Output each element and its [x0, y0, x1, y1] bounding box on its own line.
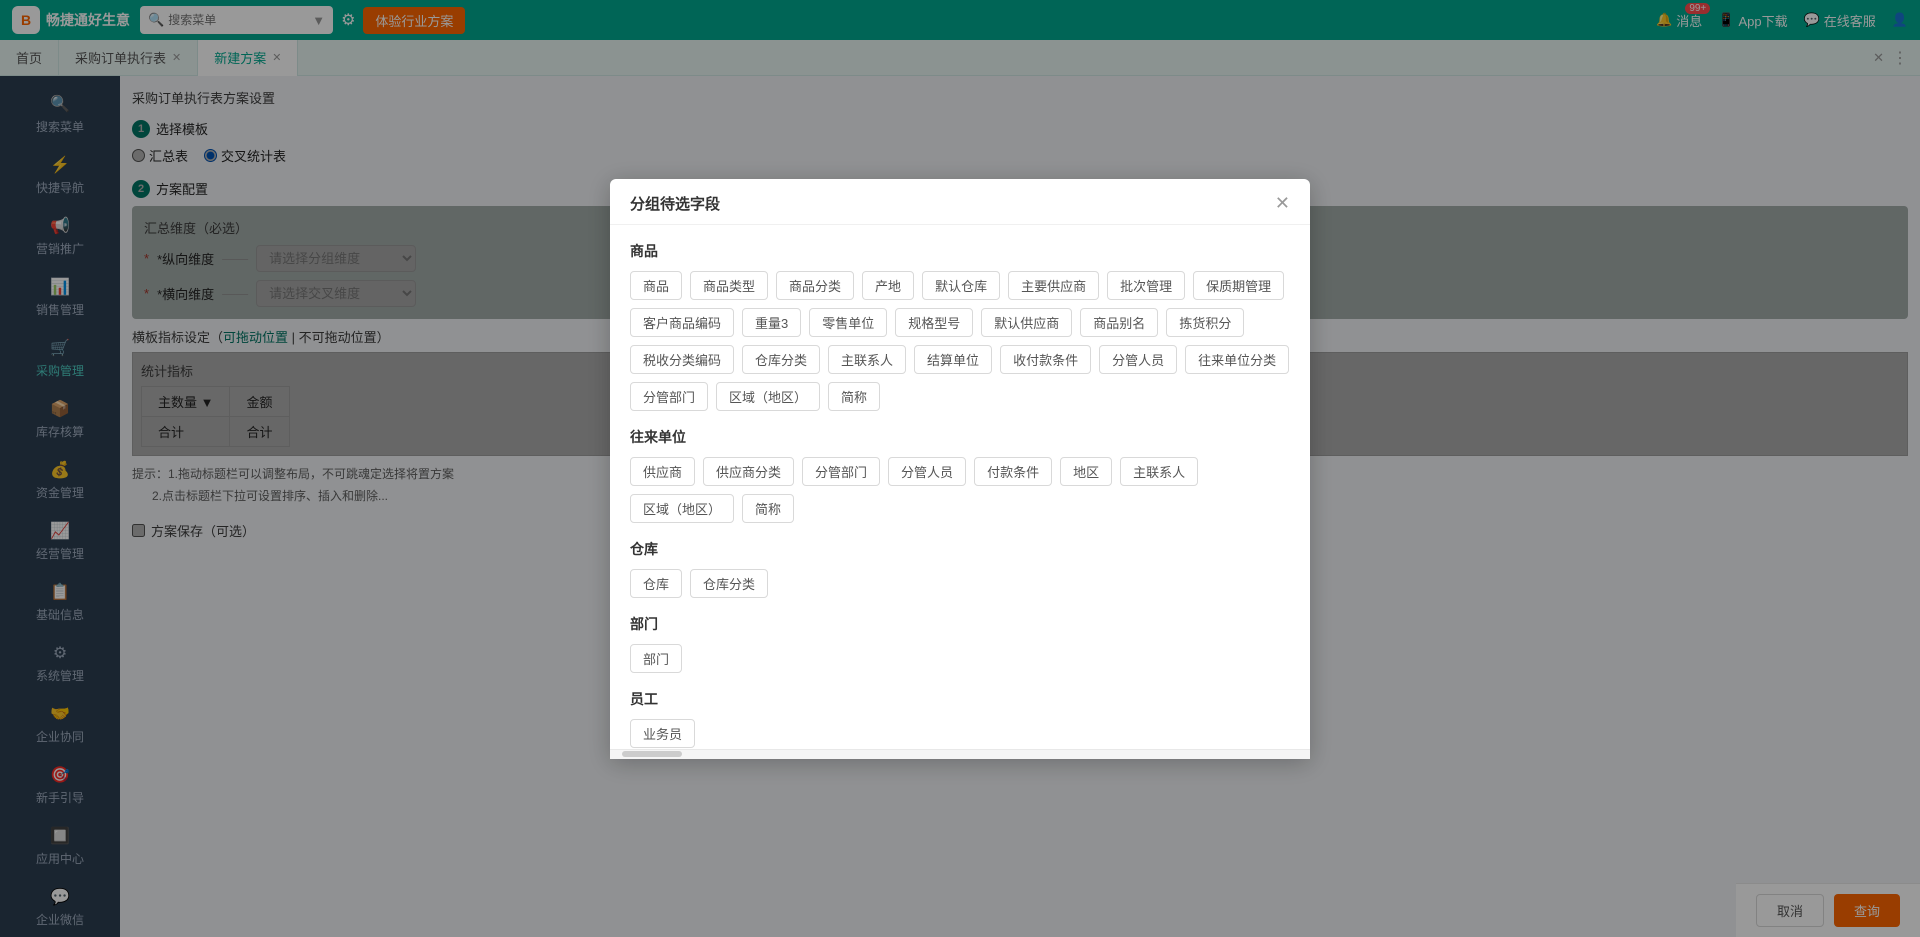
- field-product-type[interactable]: 商品类型: [690, 271, 768, 300]
- field-product-alias[interactable]: 商品别名: [1080, 308, 1158, 337]
- field-origin[interactable]: 产地: [862, 271, 914, 300]
- field-grid-dept: 部门: [630, 644, 1290, 673]
- field-weight3[interactable]: 重量3: [742, 308, 801, 337]
- field-dept[interactable]: 部门: [630, 644, 682, 673]
- field-salesperson[interactable]: 业务员: [630, 719, 695, 748]
- field-warehouse-category[interactable]: 仓库分类: [742, 345, 820, 374]
- modal-close-button[interactable]: ✕: [1275, 194, 1290, 212]
- section-title-partner: 往来单位: [630, 427, 1290, 447]
- modal-title: 分组待选字段: [630, 193, 720, 214]
- field-pick-score[interactable]: 拣货积分: [1166, 308, 1244, 337]
- field-main-supplier[interactable]: 主要供应商: [1008, 271, 1099, 300]
- field-product-category[interactable]: 商品分类: [776, 271, 854, 300]
- field-customer-code[interactable]: 客户商品编码: [630, 308, 734, 337]
- field-short-name-partner[interactable]: 简称: [742, 494, 794, 523]
- field-payment-terms[interactable]: 收付款条件: [1000, 345, 1091, 374]
- modal-hscrollbar[interactable]: [610, 749, 1310, 759]
- field-main-contact[interactable]: 主联系人: [828, 345, 906, 374]
- section-title-product: 商品: [630, 241, 1290, 261]
- field-dept-manage[interactable]: 分管部门: [630, 382, 708, 411]
- field-supplier-category[interactable]: 供应商分类: [703, 457, 794, 486]
- field-grid-employee: 业务员: [630, 719, 1290, 748]
- field-shelf-life[interactable]: 保质期管理: [1193, 271, 1284, 300]
- field-supervisor[interactable]: 分管人员: [1099, 345, 1177, 374]
- field-region-product[interactable]: 区域（地区）: [716, 382, 820, 411]
- field-batch-mgmt[interactable]: 批次管理: [1107, 271, 1185, 300]
- field-main-contact-partner[interactable]: 主联系人: [1120, 457, 1198, 486]
- section-title-dept: 部门: [630, 614, 1290, 634]
- field-product[interactable]: 商品: [630, 271, 682, 300]
- field-spec-model[interactable]: 规格型号: [895, 308, 973, 337]
- field-district[interactable]: 地区: [1060, 457, 1112, 486]
- section-title-warehouse: 仓库: [630, 539, 1290, 559]
- field-selection-modal: 分组待选字段 ✕ 商品 商品 商品类型 商品分类 产地 默认仓库 主要供应商 批…: [610, 179, 1310, 759]
- field-grid-partner: 供应商 供应商分类 分管部门 分管人员 付款条件 地区 主联系人 区域（地区） …: [630, 457, 1290, 523]
- modal-body: 商品 商品 商品类型 商品分类 产地 默认仓库 主要供应商 批次管理 保质期管理…: [610, 225, 1310, 749]
- field-warehouse[interactable]: 仓库: [630, 569, 682, 598]
- section-title-employee: 员工: [630, 689, 1290, 709]
- field-default-supplier[interactable]: 默认供应商: [981, 308, 1072, 337]
- field-grid-warehouse: 仓库 仓库分类: [630, 569, 1290, 598]
- field-partner-category[interactable]: 往来单位分类: [1185, 345, 1289, 374]
- field-supervisor-partner[interactable]: 分管人员: [888, 457, 966, 486]
- field-payment-condition[interactable]: 付款条件: [974, 457, 1052, 486]
- field-default-warehouse[interactable]: 默认仓库: [922, 271, 1000, 300]
- modal-header: 分组待选字段 ✕: [610, 179, 1310, 225]
- field-warehouse-cat[interactable]: 仓库分类: [690, 569, 768, 598]
- field-supplier[interactable]: 供应商: [630, 457, 695, 486]
- field-tax-code[interactable]: 税收分类编码: [630, 345, 734, 374]
- field-short-name-product[interactable]: 简称: [828, 382, 880, 411]
- field-grid-product: 商品 商品类型 商品分类 产地 默认仓库 主要供应商 批次管理 保质期管理 客户…: [630, 271, 1290, 411]
- field-region-partner[interactable]: 区域（地区）: [630, 494, 734, 523]
- field-dept-partner[interactable]: 分管部门: [802, 457, 880, 486]
- field-settlement-unit[interactable]: 结算单位: [914, 345, 992, 374]
- field-retail-unit[interactable]: 零售单位: [809, 308, 887, 337]
